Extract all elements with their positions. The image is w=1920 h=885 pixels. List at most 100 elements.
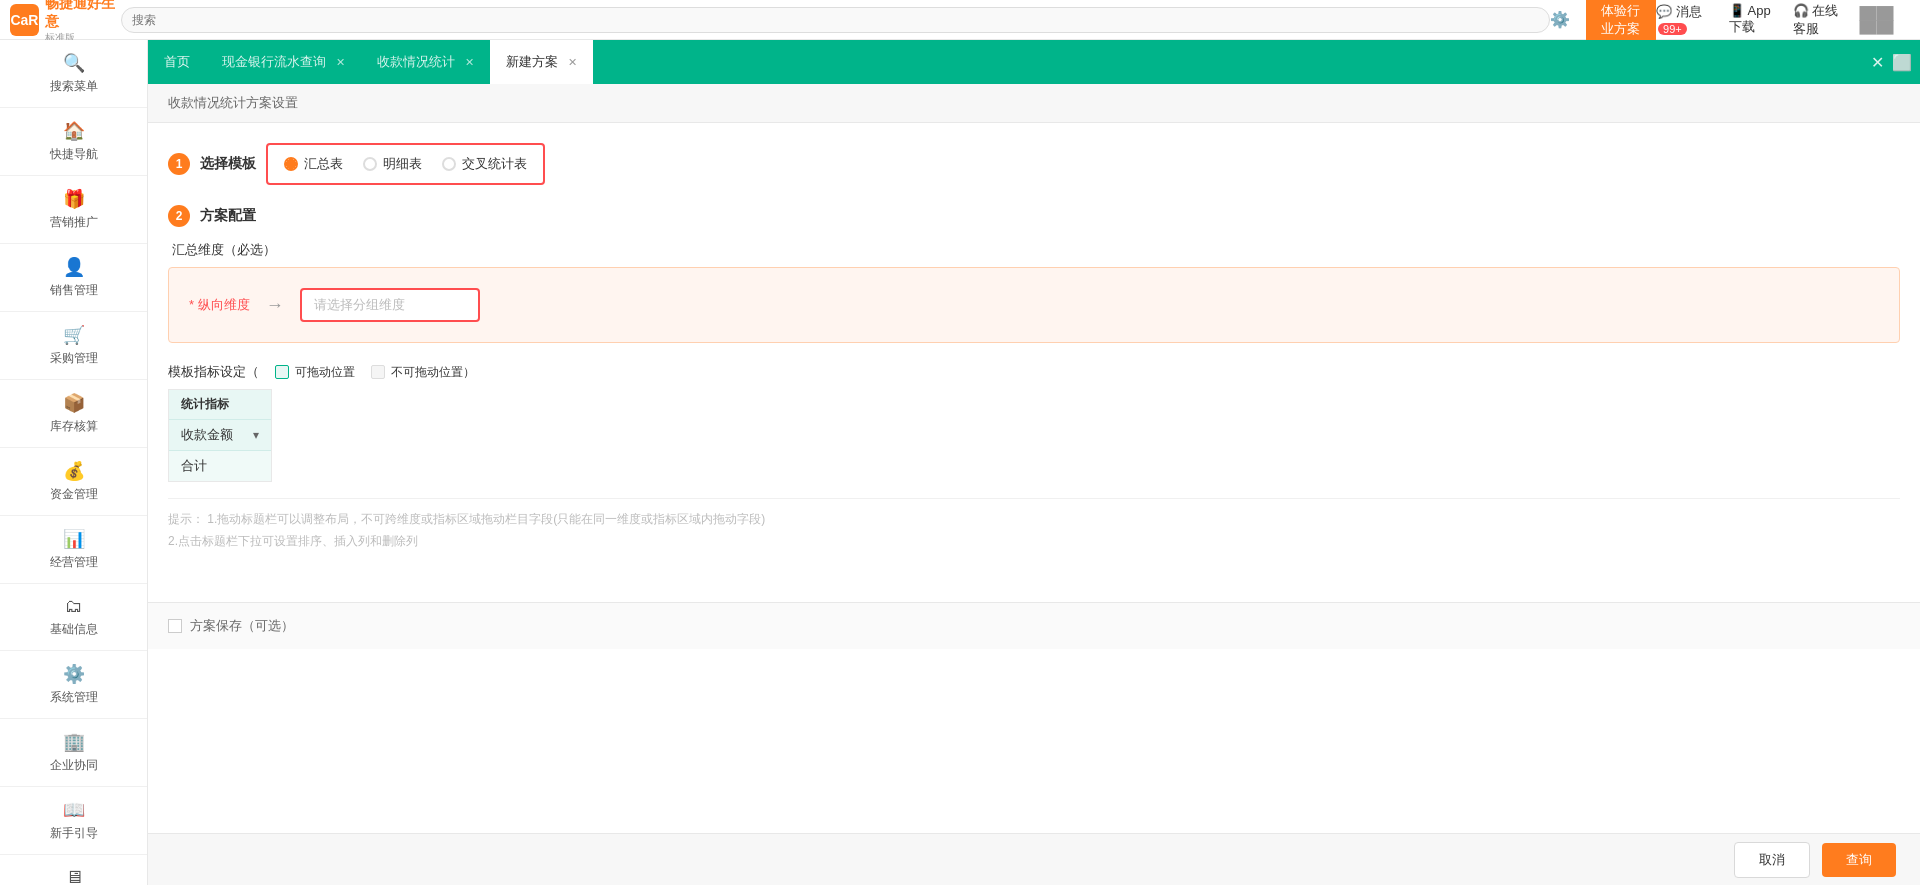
user-info: ████ ████ (1860, 6, 1911, 34)
sidebar-item-finance[interactable]: 💰 资金管理 (0, 448, 147, 516)
save-option[interactable]: 方案保存（可选） (168, 617, 1900, 635)
app-download-label: App下载 (1729, 3, 1771, 34)
online-service-button[interactable]: 🎧 在线客服 (1793, 2, 1844, 38)
dimension-select-placeholder: 请选择分组维度 (314, 297, 405, 312)
content-area: 首页 现金银行流水查询 ✕ 收款情况统计 ✕ 新建方案 ✕ ✕ ⬜ (148, 40, 1920, 885)
sidebar-item-marketing[interactable]: 🎁 营销推广 (0, 176, 147, 244)
radio-cross-circle (442, 157, 456, 171)
trial-button[interactable]: 体验行业方案 (1586, 0, 1656, 44)
cart-icon: 🛒 (63, 324, 85, 346)
tab-collection-close[interactable]: ✕ (465, 56, 474, 69)
sidebar-item-label: 系统管理 (50, 689, 98, 706)
box-icon: 📦 (63, 392, 85, 414)
sidebar-item-label: 基础信息 (50, 621, 98, 638)
tab-new[interactable]: 新建方案 ✕ (490, 40, 593, 84)
top-right: 💬 消息 99+ 📱 App下载 🎧 在线客服 ████ ████ (1656, 2, 1910, 38)
query-button[interactable]: 查询 (1822, 843, 1896, 877)
sidebar-item-purchase[interactable]: 🛒 采购管理 (0, 312, 147, 380)
tab-new-close[interactable]: ✕ (568, 56, 577, 69)
step2-header: 2 方案配置 (168, 205, 1900, 227)
step2-section: 2 方案配置 汇总维度（必选） * 纵向维度 → 请选择分组维度 (168, 205, 1900, 562)
radio-cross-label: 交叉统计表 (462, 155, 527, 173)
legend-draggable-box (275, 365, 289, 379)
sidebar-item-label: 搜索菜单 (50, 78, 98, 95)
legend-fixed: 不可拖动位置） (371, 364, 475, 381)
stats-table-sub: 合计 (169, 451, 271, 481)
tab-bank[interactable]: 现金银行流水查询 ✕ (206, 40, 361, 84)
tab-home[interactable]: 首页 (148, 40, 206, 84)
legend-fixed-label: 不可拖动位置） (391, 364, 475, 381)
sidebar: 🔍 搜索菜单 🏠 快捷导航 🎁 营销推广 👤 销售管理 🛒 采购管理 📦 库存核… (0, 40, 148, 885)
sidebar-item-basic[interactable]: 🗂 基础信息 (0, 584, 147, 651)
message-button[interactable]: 💬 消息 99+ (1656, 3, 1713, 36)
step1-num: 1 (168, 153, 190, 175)
cancel-button[interactable]: 取消 (1734, 842, 1810, 878)
online-service-label: 在线客服 (1793, 3, 1839, 36)
sidebar-item-label: 快捷导航 (50, 146, 98, 163)
sidebar-item-label: 资金管理 (50, 486, 98, 503)
legend-fixed-box (371, 365, 385, 379)
indicators-section: 模板指标设定（ 可拖动位置 不可拖动位置） 统计指标 (168, 363, 1900, 482)
legend-draggable-label: 可拖动位置 (295, 364, 355, 381)
stats-table-item[interactable]: 收款金额 ▾ (169, 420, 271, 451)
sidebar-item-label: 采购管理 (50, 350, 98, 367)
dimension-section-title: 汇总维度（必选） (172, 242, 276, 257)
tips-text-1: 提示： 1.拖动标题栏可以调整布局，不可跨维度或指标区域拖动栏目字段(只能在同一… (168, 509, 1900, 531)
book-icon: 📖 (63, 799, 85, 821)
gear-icon[interactable]: ⚙️ (1550, 10, 1570, 29)
sidebar-item-quick-nav[interactable]: 🏠 快捷导航 (0, 108, 147, 176)
stats-table-header: 统计指标 (169, 390, 271, 420)
search-icon: 🔍 (63, 52, 85, 74)
radio-summary[interactable]: 汇总表 (284, 155, 343, 173)
radio-detail[interactable]: 明细表 (363, 155, 422, 173)
expand-window-icon[interactable]: ⬜ (1892, 53, 1912, 72)
legend-draggable: 可拖动位置 (275, 364, 355, 381)
sidebar-item-label: 库存核算 (50, 418, 98, 435)
tab-home-label: 首页 (164, 53, 190, 71)
logo-icon: CaR (10, 4, 39, 36)
radio-detail-label: 明细表 (383, 155, 422, 173)
sidebar-item-hardware[interactable]: 🖥 智能硬件 (0, 855, 147, 885)
page-header: 收款情况统计方案设置 (148, 84, 1920, 123)
save-checkbox[interactable] (168, 619, 182, 633)
logo-abbr: CaR (10, 12, 38, 28)
dimension-select[interactable]: 请选择分组维度 (300, 288, 480, 322)
step1-title: 选择模板 (200, 155, 256, 173)
tab-collection[interactable]: 收款情况统计 ✕ (361, 40, 490, 84)
tab-bar-right: ✕ ⬜ (1871, 53, 1920, 72)
step1-header: 1 选择模板 汇总表 明细表 (168, 143, 1900, 185)
sidebar-item-label: 经营管理 (50, 554, 98, 571)
template-select-group: 汇总表 明细表 交叉统计表 (266, 143, 545, 185)
sidebar-item-enterprise[interactable]: 🏢 企业协同 (0, 719, 147, 787)
sidebar-item-search[interactable]: 🔍 搜索菜单 (0, 40, 147, 108)
message-badge: 99+ (1658, 23, 1687, 35)
sidebar-item-label: 新手引导 (50, 825, 98, 842)
indicators-header: 模板指标设定（ 可拖动位置 不可拖动位置） (168, 363, 1900, 381)
main-layout: 🔍 搜索菜单 🏠 快捷导航 🎁 营销推广 👤 销售管理 🛒 采购管理 📦 库存核… (0, 40, 1920, 885)
tab-bank-close[interactable]: ✕ (336, 56, 345, 69)
folder-icon: 🗂 (65, 596, 83, 617)
person-icon: 👤 (63, 256, 85, 278)
app-download-button[interactable]: 📱 App下载 (1729, 3, 1777, 36)
sidebar-item-inventory[interactable]: 📦 库存核算 (0, 380, 147, 448)
chart-icon: 📊 (63, 528, 85, 550)
footer-bar: 取消 查询 (148, 833, 1920, 885)
indicators-title: 模板指标设定（ (168, 363, 259, 381)
radio-summary-circle (284, 157, 298, 171)
radio-cross[interactable]: 交叉统计表 (442, 155, 527, 173)
dimension-area: * 纵向维度 → 请选择分组维度 (168, 267, 1900, 343)
sidebar-item-sales[interactable]: 👤 销售管理 (0, 244, 147, 312)
step1-section: 1 选择模板 汇总表 明细表 (168, 143, 1900, 185)
search-input[interactable] (121, 7, 1550, 33)
arrow-icon: → (266, 295, 284, 316)
money-icon: 💰 (63, 460, 85, 482)
building-icon: 🏢 (63, 731, 85, 753)
form-body: 1 选择模板 汇总表 明细表 (148, 123, 1920, 602)
monitor-icon: 🖥 (65, 867, 83, 885)
sidebar-item-operations[interactable]: 📊 经营管理 (0, 516, 147, 584)
sidebar-item-system[interactable]: ⚙️ 系统管理 (0, 651, 147, 719)
close-window-icon[interactable]: ✕ (1871, 53, 1884, 72)
sidebar-item-guide[interactable]: 📖 新手引导 (0, 787, 147, 855)
top-bar: CaR 畅捷通好生意 标准版 ⚙️ 体验行业方案 💬 消息 99+ 📱 App下… (0, 0, 1920, 40)
gift-icon: 🎁 (63, 188, 85, 210)
